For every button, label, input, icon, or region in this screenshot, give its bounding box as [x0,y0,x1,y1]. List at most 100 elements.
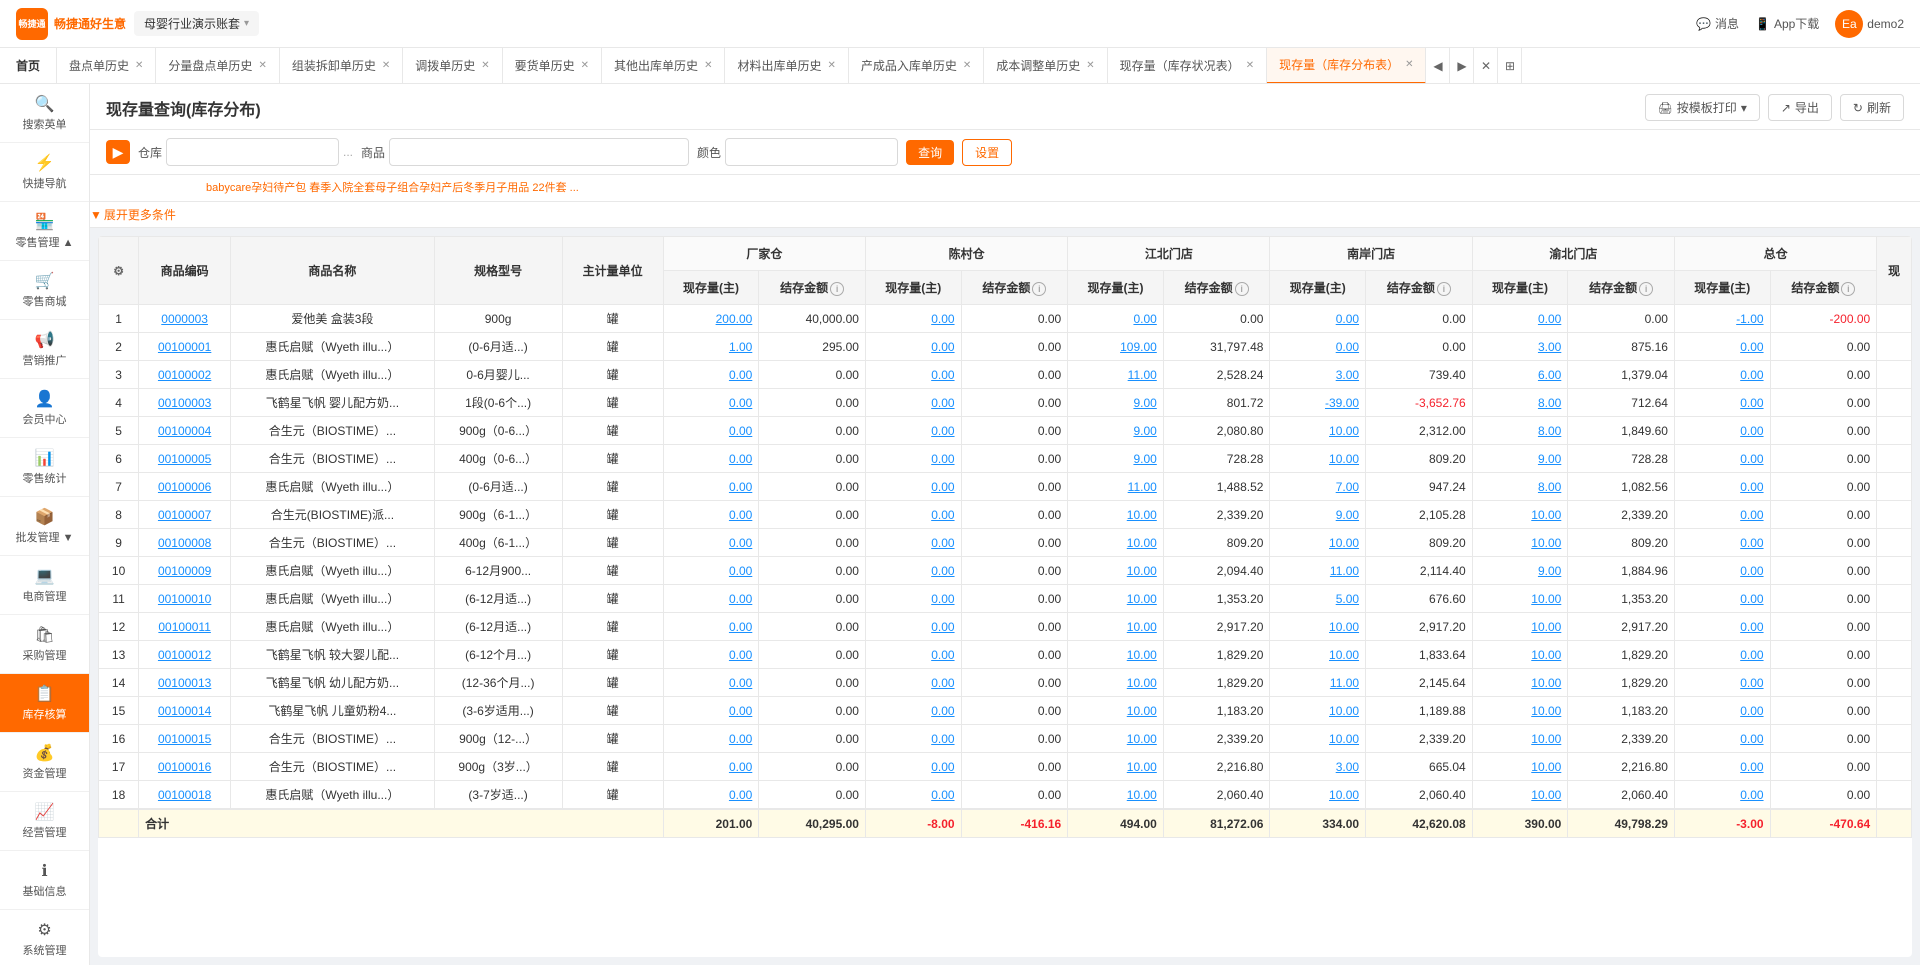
cell-yb-qty[interactable]: 10.00 [1472,725,1568,753]
cell-cv-qty[interactable]: 0.00 [865,697,961,725]
export-btn[interactable]: ↗ 导出 [1768,94,1832,121]
cell-jb-qty[interactable]: 10.00 [1068,557,1164,585]
cell-total-qty[interactable]: 0.00 [1674,781,1770,810]
sidebar-item-operations[interactable]: 📈 经营管理 [0,792,89,851]
cell-jb-qty[interactable]: 10.00 [1068,753,1164,781]
cell-na-qty[interactable]: 10.00 [1270,445,1366,473]
cell-fw-qty[interactable]: 0.00 [663,389,759,417]
cell-code[interactable]: 00100006 [139,473,231,501]
cell-jb-qty[interactable]: 10.00 [1068,501,1164,529]
cell-na-qty[interactable]: 9.00 [1270,501,1366,529]
cell-jb-qty[interactable]: 11.00 [1068,473,1164,501]
cell-code[interactable]: 00100004 [139,417,231,445]
cell-na-qty[interactable]: 0.00 [1270,333,1366,361]
tab-bundle[interactable]: 组装拆卸单历史 ✕ [280,48,403,84]
tab-transfer[interactable]: 调拨单历史 ✕ [403,48,502,84]
warehouse-input[interactable] [166,138,339,166]
tab-stock-dist[interactable]: 现存量（库存分布表） ✕ [1267,48,1426,84]
sidebar-item-system[interactable]: ⚙ 系统管理 [0,910,89,965]
cell-yb-qty[interactable]: 8.00 [1472,473,1568,501]
cell-total-qty[interactable]: 0.00 [1674,501,1770,529]
tab-prev-btn[interactable]: ◀ [1426,48,1450,84]
cell-yb-qty[interactable]: 10.00 [1472,641,1568,669]
settings-icon[interactable]: ⚙ [111,263,127,279]
cell-code[interactable]: 00100003 [139,389,231,417]
cell-fw-qty[interactable]: 0.00 [663,641,759,669]
cell-code[interactable]: 00100018 [139,781,231,810]
cell-code[interactable]: 00100014 [139,697,231,725]
print-btn[interactable]: 🖨 按模板打印 ▾ [1645,94,1760,121]
cell-total-qty[interactable]: -1.00 [1674,305,1770,333]
cell-fw-qty[interactable]: 0.00 [663,613,759,641]
cell-code[interactable]: 00100009 [139,557,231,585]
tab-product-in[interactable]: 产成品入库单历史 ✕ [849,48,984,84]
goods-input[interactable] [389,138,689,166]
sidebar-item-marketing[interactable]: 📢 营销推广 [0,320,89,379]
cell-jb-qty[interactable]: 10.00 [1068,725,1164,753]
cell-cv-qty[interactable]: 0.00 [865,501,961,529]
tab-close-icon[interactable]: ✕ [258,60,266,71]
cell-yb-qty[interactable]: 10.00 [1472,781,1568,810]
tab-stock-status[interactable]: 现存量（库存状况表） ✕ [1108,48,1267,84]
expand-more-btn[interactable]: ▼ 展开更多条件 [90,206,1920,223]
tab-purchase-history[interactable]: 要货单历史 ✕ [503,48,602,84]
cell-cv-qty[interactable]: 0.00 [865,445,961,473]
sidebar-item-ecommerce[interactable]: 💻 电商管理 [0,556,89,615]
cell-fw-qty[interactable]: 0.00 [663,753,759,781]
cell-yb-qty[interactable]: 10.00 [1472,669,1568,697]
sidebar-item-inventory[interactable]: 📋 库存核算 [0,674,89,733]
cell-yb-qty[interactable]: 10.00 [1472,501,1568,529]
cell-code[interactable]: 00100013 [139,669,231,697]
message-btn[interactable]: 💬 消息 [1696,15,1739,32]
cell-jb-qty[interactable]: 10.00 [1068,669,1164,697]
tab-close-icon[interactable]: ✕ [704,60,712,71]
cell-jb-qty[interactable]: 109.00 [1068,333,1164,361]
tab-other-out[interactable]: 其他出库单历史 ✕ [602,48,725,84]
sidebar-item-retail-shop[interactable]: 🛒 零售商城 [0,261,89,320]
cell-jb-qty[interactable]: 10.00 [1068,781,1164,810]
cell-cv-qty[interactable]: 0.00 [865,473,961,501]
tab-cost-adjust[interactable]: 成本调整单历史 ✕ [984,48,1107,84]
sidebar-item-purchase[interactable]: 🛍 采购管理 [0,615,89,674]
cell-na-qty[interactable]: 10.00 [1270,725,1366,753]
cell-na-qty[interactable]: 7.00 [1270,473,1366,501]
cell-yb-qty[interactable]: 6.00 [1472,361,1568,389]
tab-close-icon[interactable]: ✕ [1086,60,1094,71]
cell-total-qty[interactable]: 0.00 [1674,697,1770,725]
cell-total-qty[interactable]: 0.00 [1674,669,1770,697]
cell-code[interactable]: 00100005 [139,445,231,473]
tab-close-icon[interactable]: ✕ [963,60,971,71]
cell-code[interactable]: 0000003 [139,305,231,333]
cell-fw-qty[interactable]: 0.00 [663,529,759,557]
cell-na-qty[interactable]: 10.00 [1270,613,1366,641]
tab-material-out[interactable]: 材料出库单历史 ✕ [725,48,848,84]
cell-total-qty[interactable]: 0.00 [1674,361,1770,389]
cell-total-qty[interactable]: 0.00 [1674,613,1770,641]
tab-close-icon[interactable]: ✕ [827,60,835,71]
tab-close-icon[interactable]: ✕ [581,60,589,71]
cell-cv-qty[interactable]: 0.00 [865,305,961,333]
cell-fw-qty[interactable]: 1.00 [663,333,759,361]
yb-amt-info-icon[interactable]: i [1639,282,1653,296]
cell-jb-qty[interactable]: 10.00 [1068,585,1164,613]
user-area[interactable]: Ea demo2 [1835,10,1904,38]
cell-fw-qty[interactable]: 0.00 [663,557,759,585]
cell-code[interactable]: 00100011 [139,613,231,641]
cell-yb-qty[interactable]: 10.00 [1472,753,1568,781]
cell-na-qty[interactable]: 3.00 [1270,361,1366,389]
cell-cv-qty[interactable]: 0.00 [865,333,961,361]
cell-fw-qty[interactable]: 0.00 [663,501,759,529]
cell-yb-qty[interactable]: 10.00 [1472,697,1568,725]
cell-na-qty[interactable]: -39.00 [1270,389,1366,417]
sidebar-item-wholesale[interactable]: 📦 批发管理 ▼ [0,497,89,556]
cell-na-qty[interactable]: 11.00 [1270,669,1366,697]
cell-fw-qty[interactable]: 0.00 [663,669,759,697]
cell-code[interactable]: 00100010 [139,585,231,613]
color-input[interactable] [725,138,898,166]
sidebar-item-basics[interactable]: ℹ 基础信息 [0,851,89,910]
expand-filter-btn[interactable]: ▶ [106,140,130,164]
cell-jb-qty[interactable]: 10.00 [1068,613,1164,641]
cell-fw-qty[interactable]: 0.00 [663,361,759,389]
cell-jb-qty[interactable]: 9.00 [1068,389,1164,417]
cell-yb-qty[interactable]: 10.00 [1472,529,1568,557]
